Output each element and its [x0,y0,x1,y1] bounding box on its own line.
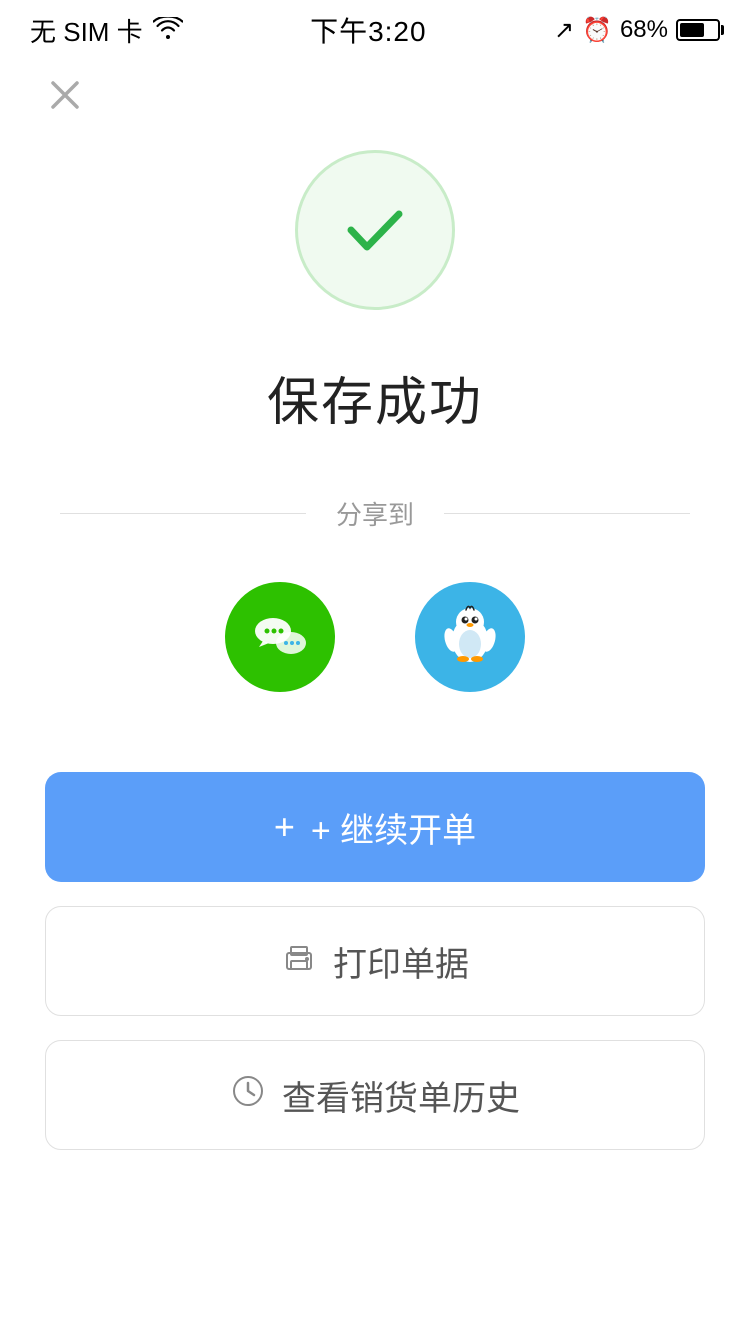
success-title: 保存成功 [267,360,483,435]
plus-icon: + [274,806,295,848]
battery-icon [676,19,720,41]
status-bar: 无 SIM 卡 下午3:20 ↗ ⏰ 68% [0,0,750,60]
print-label: 打印单据 [333,937,469,986]
checkmark-icon [335,190,415,270]
continue-order-label: + 继续开单 [311,803,476,852]
wechat-share-button[interactable] [225,582,335,692]
status-left: 无 SIM 卡 [30,12,183,49]
battery-percent: 68% [620,16,668,44]
share-label: 分享到 [306,495,444,532]
location-icon: ↗ [554,16,574,45]
status-right: ↗ ⏰ 68% [554,16,720,45]
order-history-label: 查看销货单历史 [282,1071,520,1120]
alarm-icon: ⏰ [582,16,612,45]
continue-order-button[interactable]: + + 继续开单 [45,772,705,882]
success-circle [295,150,455,310]
order-history-button[interactable]: 查看销货单历史 [45,1040,705,1150]
printer-icon [281,939,317,984]
status-time: 下午3:20 [310,10,427,50]
action-buttons-container: + + 继续开单 打印单据 查看销货单历史 [45,772,705,1150]
print-button[interactable]: 打印单据 [45,906,705,1016]
close-button[interactable] [40,70,90,120]
main-content: 保存成功 分享到 [0,60,750,1150]
qq-share-button[interactable] [415,582,525,692]
wifi-icon [153,15,183,46]
carrier-text: 无 SIM 卡 [30,12,143,49]
history-icon [230,1073,266,1118]
divider-right [444,513,690,514]
share-buttons-container [225,582,525,692]
share-divider: 分享到 [0,495,750,532]
divider-left [60,513,306,514]
